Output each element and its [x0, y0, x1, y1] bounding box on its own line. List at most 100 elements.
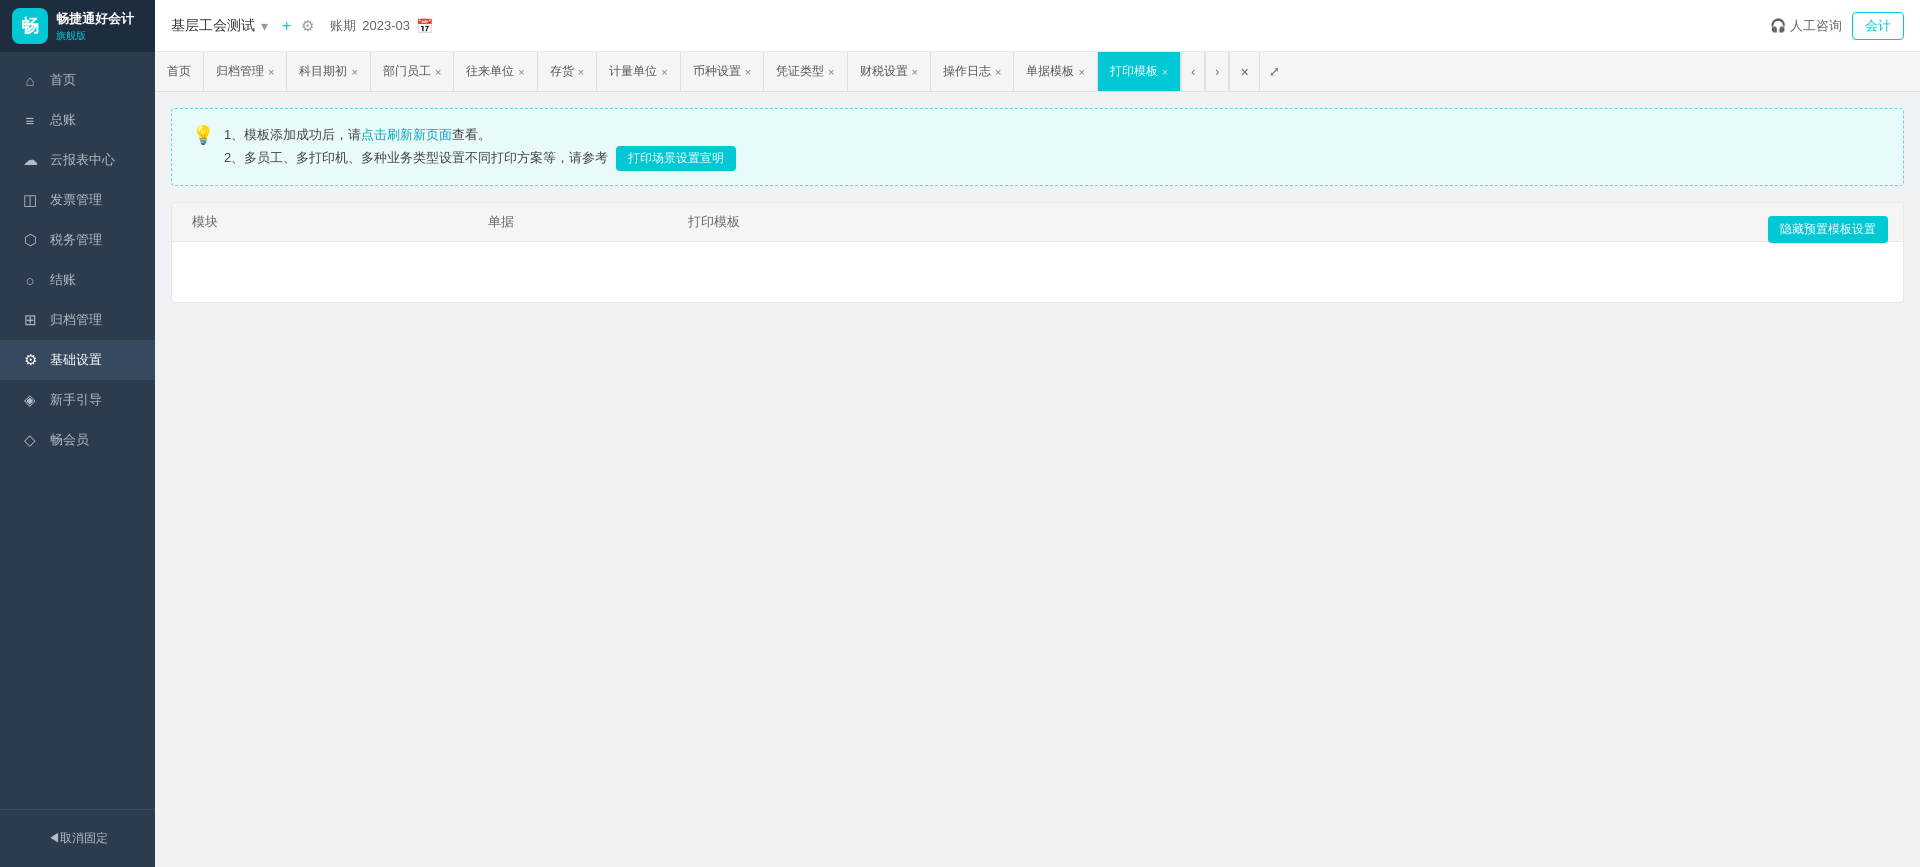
col-slip-header: 单据: [472, 213, 672, 231]
logo-title: 畅捷通好会计: [56, 10, 134, 28]
sidebar-item-label: 云报表中心: [50, 151, 115, 169]
sidebar-item-invoice[interactable]: ◫ 发票管理: [0, 180, 155, 220]
tab-close-icon[interactable]: ×: [661, 66, 667, 78]
sidebar-item-settings[interactable]: ⚙ 基础设置: [0, 340, 155, 380]
tab-maximize-button[interactable]: ⤢: [1259, 52, 1289, 91]
logo-text: 畅捷通好会计 旗舰版: [56, 10, 134, 43]
tab-close-icon[interactable]: ×: [1162, 66, 1168, 78]
sidebar-item-label: 结账: [50, 271, 76, 289]
tab-label: 财税设置: [860, 63, 908, 80]
tab-label: 部门员工: [383, 63, 431, 80]
sidebar-item-home[interactable]: ⌂ 首页: [0, 60, 155, 100]
notice-refresh-link[interactable]: 点击刷新新页面: [361, 127, 452, 142]
table-header: 模块 单据 打印模板: [172, 203, 1903, 242]
tab-label: 凭证类型: [776, 63, 824, 80]
sidebar-item-tax[interactable]: ⬡ 税务管理: [0, 220, 155, 260]
calendar-icon[interactable]: 📅: [416, 18, 433, 34]
company-dropdown-icon[interactable]: ▾: [261, 18, 268, 34]
logo-icon: 畅: [12, 8, 48, 44]
table-body: [172, 242, 1903, 302]
tab-slip-template[interactable]: 单据模板 ×: [1014, 52, 1097, 91]
tab-tax-settings[interactable]: 财税设置 ×: [848, 52, 931, 91]
company-selector[interactable]: 基层工会测试 ▾: [171, 17, 268, 35]
sidebar-item-ledger[interactable]: ≡ 总账: [0, 100, 155, 140]
sidebar-item-checkout[interactable]: ○ 结账: [0, 260, 155, 300]
print-template-table: 模块 单据 打印模板: [171, 202, 1904, 303]
sidebar-bottom: ◀取消固定: [0, 809, 155, 867]
tab-prev-arrow[interactable]: ‹: [1181, 52, 1205, 91]
tab-close-icon[interactable]: ×: [828, 66, 834, 78]
tab-label: 归档管理: [216, 63, 264, 80]
scene-settings-button[interactable]: 打印场景设置宣明: [616, 146, 736, 171]
sidebar-item-label: 首页: [50, 71, 76, 89]
hide-template-button[interactable]: 隐藏预置模板设置: [1768, 216, 1888, 243]
period-selector[interactable]: 账期 2023-03 📅: [330, 17, 433, 35]
tab-operation-log[interactable]: 操作日志 ×: [931, 52, 1014, 91]
tab-label: 单据模板: [1026, 63, 1074, 80]
tab-voucher-type[interactable]: 凭证类型 ×: [764, 52, 847, 91]
sidebar-item-label: 新手引导: [50, 391, 102, 409]
sidebar-item-reports[interactable]: ☁ 云报表中心: [0, 140, 155, 180]
sidebar-item-member[interactable]: ◇ 畅会员: [0, 420, 155, 460]
tax-icon: ⬡: [20, 231, 40, 249]
tab-close-icon[interactable]: ×: [518, 66, 524, 78]
tab-measure-unit[interactable]: 计量单位 ×: [597, 52, 680, 91]
tab-currency[interactable]: 币种设置 ×: [681, 52, 764, 91]
tab-close-icon[interactable]: ×: [578, 66, 584, 78]
tab-label: 存货: [550, 63, 574, 80]
tab-counterpart[interactable]: 往来单位 ×: [454, 52, 537, 91]
home-icon: ⌂: [20, 72, 40, 89]
tab-dept-staff[interactable]: 部门员工 ×: [371, 52, 454, 91]
headset-icon: 🎧: [1770, 18, 1786, 33]
invoice-icon: ◫: [20, 191, 40, 209]
checkout-icon: ○: [20, 272, 40, 289]
tab-label: 往来单位: [466, 63, 514, 80]
tab-label: 打印模板: [1110, 63, 1158, 80]
notice-line2: 2、多员工、多打印机、多种业务类型设置不同打印方案等，请参考 打印场景设置宣明: [224, 146, 736, 171]
support-button[interactable]: 🎧 人工咨询: [1770, 17, 1842, 35]
tab-label: 计量单位: [609, 63, 657, 80]
period-value: 2023-03: [362, 18, 410, 33]
account-button[interactable]: 会计: [1852, 12, 1904, 40]
sidebar: 畅 畅捷通好会计 旗舰版 ⌂ 首页 ≡ 总账 ☁ 云报表中心 ◫ 发票管理 ⬡ …: [0, 0, 155, 867]
sidebar-item-archive[interactable]: ⊞ 归档管理: [0, 300, 155, 340]
sidebar-item-label: 畅会员: [50, 431, 89, 449]
col-template-header: 打印模板: [672, 213, 1903, 231]
tab-close-icon[interactable]: ×: [351, 66, 357, 78]
tab-close-icon[interactable]: ×: [268, 66, 274, 78]
cancel-fixed-button[interactable]: ◀取消固定: [0, 822, 155, 855]
tab-label: 首页: [167, 63, 191, 80]
tab-close-icon[interactable]: ×: [1078, 66, 1084, 78]
tab-close-all-button[interactable]: ×: [1229, 52, 1259, 91]
tab-print-template[interactable]: 打印模板 ×: [1098, 52, 1181, 91]
company-settings-icon[interactable]: ⚙: [301, 17, 314, 35]
sidebar-item-label: 发票管理: [50, 191, 102, 209]
sidebar-logo: 畅 畅捷通好会计 旗舰版: [0, 0, 155, 52]
tab-archive-mgmt[interactable]: 归档管理 ×: [204, 52, 287, 91]
tab-label: 币种设置: [693, 63, 741, 80]
tab-close-icon[interactable]: ×: [995, 66, 1001, 78]
tab-close-icon[interactable]: ×: [912, 66, 918, 78]
notice-line2-prefix: 2、多员工、多打印机、多种业务类型设置不同打印方案等，请参考: [224, 150, 608, 165]
tab-home[interactable]: 首页: [155, 52, 204, 91]
archive-icon: ⊞: [20, 311, 40, 329]
member-icon: ◇: [20, 431, 40, 449]
tab-close-icon[interactable]: ×: [745, 66, 751, 78]
sidebar-item-label: 总账: [50, 111, 76, 129]
tab-close-icon[interactable]: ×: [435, 66, 441, 78]
topbar: 基层工会测试 ▾ + ⚙ 账期 2023-03 📅 🎧 人工咨询 会计: [155, 0, 1920, 52]
col-module-header: 模块: [172, 213, 472, 231]
company-name: 基层工会测试: [171, 17, 255, 35]
tab-inventory[interactable]: 存货 ×: [538, 52, 597, 91]
tab-next-arrow[interactable]: ›: [1205, 52, 1229, 91]
settings-icon: ⚙: [20, 351, 40, 369]
sidebar-nav: ⌂ 首页 ≡ 总账 ☁ 云报表中心 ◫ 发票管理 ⬡ 税务管理 ○ 结账 ⊞ 归…: [0, 52, 155, 809]
period-label: 账期: [330, 17, 356, 35]
notice-line1-prefix: 1、模板添加成功后，请: [224, 127, 361, 142]
add-company-button[interactable]: +: [282, 17, 291, 35]
content-wrapper: 隐藏预置模板设置 💡 1、模板添加成功后，请点击刷新新页面查看。 2、多员工、多…: [171, 108, 1904, 303]
sidebar-item-guide[interactable]: ◈ 新手引导: [0, 380, 155, 420]
notice-line1-suffix: 查看。: [452, 127, 491, 142]
main: 基层工会测试 ▾ + ⚙ 账期 2023-03 📅 🎧 人工咨询 会计 首页 归…: [155, 0, 1920, 867]
tab-subject-period[interactable]: 科目期初 ×: [287, 52, 370, 91]
